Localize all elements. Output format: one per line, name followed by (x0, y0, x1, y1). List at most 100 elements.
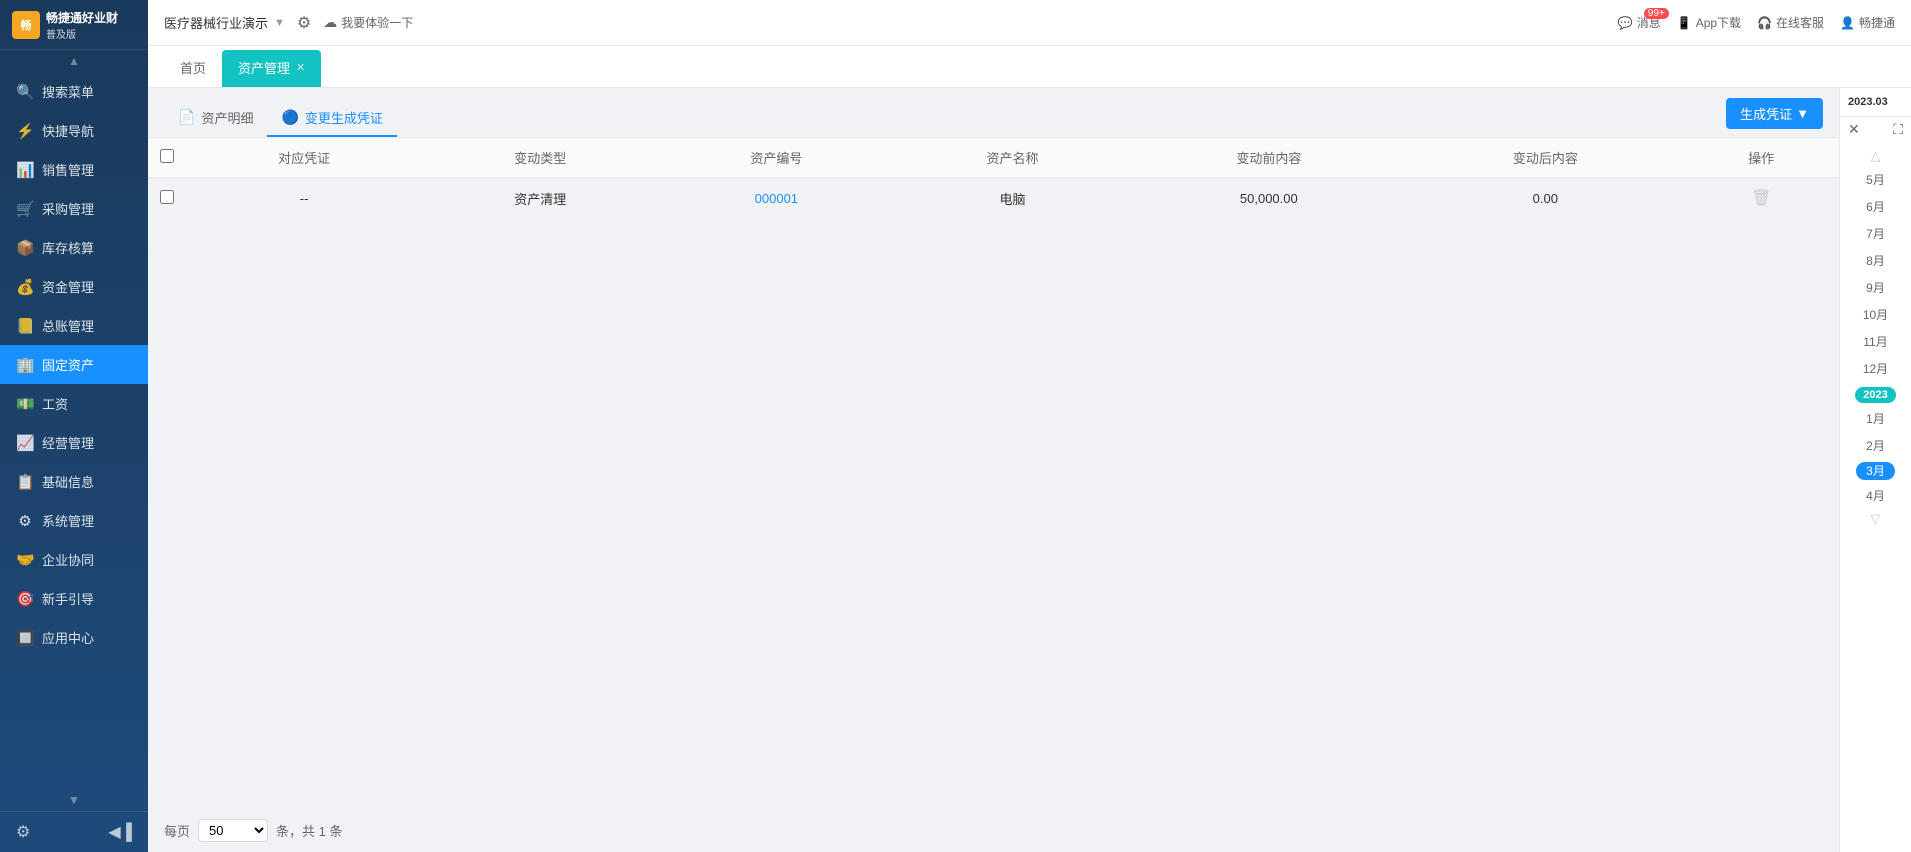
purchase-icon: 🛒 (16, 200, 34, 218)
tab-nav: 首页 资产管理 ✕ (148, 46, 1911, 88)
main-content-area: 📄 资产明细 🔵 变更生成凭证 生成凭证 ▼ (148, 88, 1911, 852)
sidebar-item-fixed-assets[interactable]: 🏢 固定资产 (0, 345, 148, 384)
sales-icon: 📊 (16, 161, 34, 179)
timeline-month-6[interactable]: 6月 (1840, 193, 1911, 220)
topbar: 医疗器械行业演示 ▼ ⚙ ☁ 我要体验一下 💬 消息 99 📱 App下载 🎧 … (148, 0, 1911, 46)
fixed-assets-icon: 🏢 (16, 356, 34, 374)
app-download-button[interactable]: 📱 App下载 (1677, 14, 1741, 31)
timeline-month-12[interactable]: 12月 (1840, 355, 1911, 382)
tab-asset-management[interactable]: 资产管理 ✕ (222, 50, 321, 87)
ledger-icon: 📒 (16, 317, 34, 335)
timeline-month-11[interactable]: 11月 (1840, 328, 1911, 355)
th-before-change: 变动前内容 (1131, 138, 1408, 178)
timeline-month-8[interactable]: 8月 (1840, 247, 1911, 274)
guide-icon: 🎯 (16, 590, 34, 608)
row-checkbox-cell (148, 178, 186, 219)
delete-row-icon[interactable]: 🗑 (1751, 190, 1771, 207)
inner-tab-asset-detail-label: 资产明细 (201, 108, 253, 127)
sidebar-item-label: 系统管理 (42, 511, 94, 530)
timeline-month-1[interactable]: 1月 (1840, 405, 1911, 432)
inner-tab-change-voucher-label: 变更生成凭证 (305, 108, 383, 127)
row-checkbox[interactable] (160, 190, 174, 204)
sidebar-item-system[interactable]: ⚙ 系统管理 (0, 501, 148, 540)
timeline-down-arrow[interactable]: ▽ (1840, 509, 1911, 529)
inner-tab-change-voucher[interactable]: 🔵 变更生成凭证 (267, 100, 396, 137)
sidebar-item-cooperation[interactable]: 🤝 企业协同 (0, 540, 148, 579)
th-operation: 操作 (1684, 138, 1839, 178)
tab-home-label: 首页 (180, 61, 206, 76)
messages-badge: 99 (1644, 8, 1669, 19)
sidebar-item-purchase[interactable]: 🛒 采购管理 (0, 189, 148, 228)
logo-title: 畅捷通好业财 (46, 9, 118, 26)
company-selector[interactable]: 医疗器械行业演示 ▼ (164, 13, 285, 32)
quick-nav-icon: ⚡ (16, 122, 34, 140)
topbar-settings-icon[interactable]: ⚙ (297, 13, 311, 33)
timeline-month-4[interactable]: 4月 (1840, 482, 1911, 509)
timeline-close-icon[interactable]: ✕ (1848, 121, 1860, 138)
sidebar-item-basic-info[interactable]: 📋 基础信息 (0, 462, 148, 501)
experience-button[interactable]: ☁ 我要体验一下 (323, 14, 413, 31)
select-all-checkbox[interactable] (160, 149, 174, 163)
user-name-label: 畅捷通 (1859, 14, 1895, 31)
sidebar-item-inventory[interactable]: 📦 库存核算 (0, 228, 148, 267)
th-change-type: 变动类型 (422, 138, 658, 178)
user-button[interactable]: 👤 畅捷通 (1840, 14, 1895, 31)
sidebar-scroll-down[interactable]: ▼ (0, 789, 148, 811)
company-dropdown-icon: ▼ (274, 17, 285, 29)
timeline-month-7[interactable]: 7月 (1840, 220, 1911, 247)
messages-button[interactable]: 💬 消息 99 (1618, 14, 1661, 31)
sidebar-item-ledger[interactable]: 📒 总账管理 (0, 306, 148, 345)
total-label: 条，共 1 条 (276, 821, 342, 840)
sidebar-item-operations[interactable]: 📈 经营管理 (0, 423, 148, 462)
pagination-bar: 每页 50 10 20 100 条，共 1 条 (148, 808, 1839, 852)
timeline-month-2[interactable]: 2月 (1840, 432, 1911, 459)
sidebar-item-sales[interactable]: 📊 销售管理 (0, 150, 148, 189)
sidebar-item-label: 库存核算 (42, 238, 94, 257)
sidebar-scroll-up[interactable]: ▲ (0, 50, 148, 72)
asset-detail-icon: 📄 (178, 109, 195, 126)
timeline-month-3-current[interactable]: 3月 (1840, 459, 1911, 482)
logo-icon: 畅 (12, 11, 40, 39)
sidebar-item-search-menu[interactable]: 🔍 搜索菜单 (0, 72, 148, 111)
online-service-button[interactable]: 🎧 在线客服 (1757, 14, 1824, 31)
collapse-sidebar-icon[interactable]: ◀▐ (108, 822, 132, 842)
generate-voucher-button[interactable]: 生成凭证 ▼ (1726, 98, 1823, 129)
timeline-year-2023[interactable]: 2023 (1840, 382, 1911, 405)
row-after-change: 0.00 (1407, 178, 1684, 219)
row-operation: 🗑 (1684, 178, 1839, 219)
system-icon: ⚙ (16, 512, 34, 530)
sidebar-item-label: 快捷导航 (42, 121, 94, 140)
timeline-month-5[interactable]: 5月 (1840, 166, 1911, 193)
timeline-header: 2023.03 (1840, 88, 1911, 117)
sidebar-item-quick-nav[interactable]: ⚡ 快捷导航 (0, 111, 148, 150)
app-center-icon: 🔲 (16, 629, 34, 647)
per-page-select[interactable]: 50 10 20 100 (198, 819, 268, 842)
timeline-month-9[interactable]: 9月 (1840, 274, 1911, 301)
cooperation-icon: 🤝 (16, 551, 34, 569)
tab-home[interactable]: 首页 (164, 50, 222, 87)
timeline-expand-icon[interactable]: ⛶ (1893, 121, 1903, 138)
inner-tab-asset-detail[interactable]: 📄 资产明细 (164, 100, 267, 137)
timeline-month-10[interactable]: 10月 (1840, 301, 1911, 328)
app-download-icon: 📱 (1677, 16, 1692, 30)
timeline-up-arrow[interactable]: △ (1840, 146, 1911, 166)
sidebar-item-label: 企业协同 (42, 550, 94, 569)
timeline-panel: 2023.03 ✕ ⛶ △ 5月 6月 7月 8月 9月 10月 11月 12月 (1839, 88, 1911, 852)
sidebar-item-guide[interactable]: 🎯 新手引导 (0, 579, 148, 618)
online-service-icon: 🎧 (1757, 16, 1772, 30)
experience-label: 我要体验一下 (341, 14, 413, 31)
basic-info-icon: 📋 (16, 473, 34, 491)
topbar-right: 💬 消息 99 📱 App下载 🎧 在线客服 👤 畅捷通 (1618, 14, 1895, 31)
settings-bottom-icon[interactable]: ⚙ (16, 822, 30, 842)
sidebar-item-label: 销售管理 (42, 160, 94, 179)
app-download-label: App下载 (1696, 14, 1741, 31)
online-service-label: 在线客服 (1776, 14, 1824, 31)
sidebar-logo: 畅 畅捷通好业财 普及版 (0, 0, 148, 50)
th-checkbox (148, 138, 186, 178)
tab-close-icon[interactable]: ✕ (296, 61, 305, 74)
sidebar-nav: 🔍 搜索菜单 ⚡ 快捷导航 📊 销售管理 🛒 采购管理 📦 库存核算 💰 资金管… (0, 72, 148, 789)
sidebar-item-app-center[interactable]: 🔲 应用中心 (0, 618, 148, 657)
sidebar-item-payroll[interactable]: 💵 工资 (0, 384, 148, 423)
messages-icon: 💬 (1618, 16, 1633, 30)
sidebar-item-funds[interactable]: 💰 资金管理 (0, 267, 148, 306)
